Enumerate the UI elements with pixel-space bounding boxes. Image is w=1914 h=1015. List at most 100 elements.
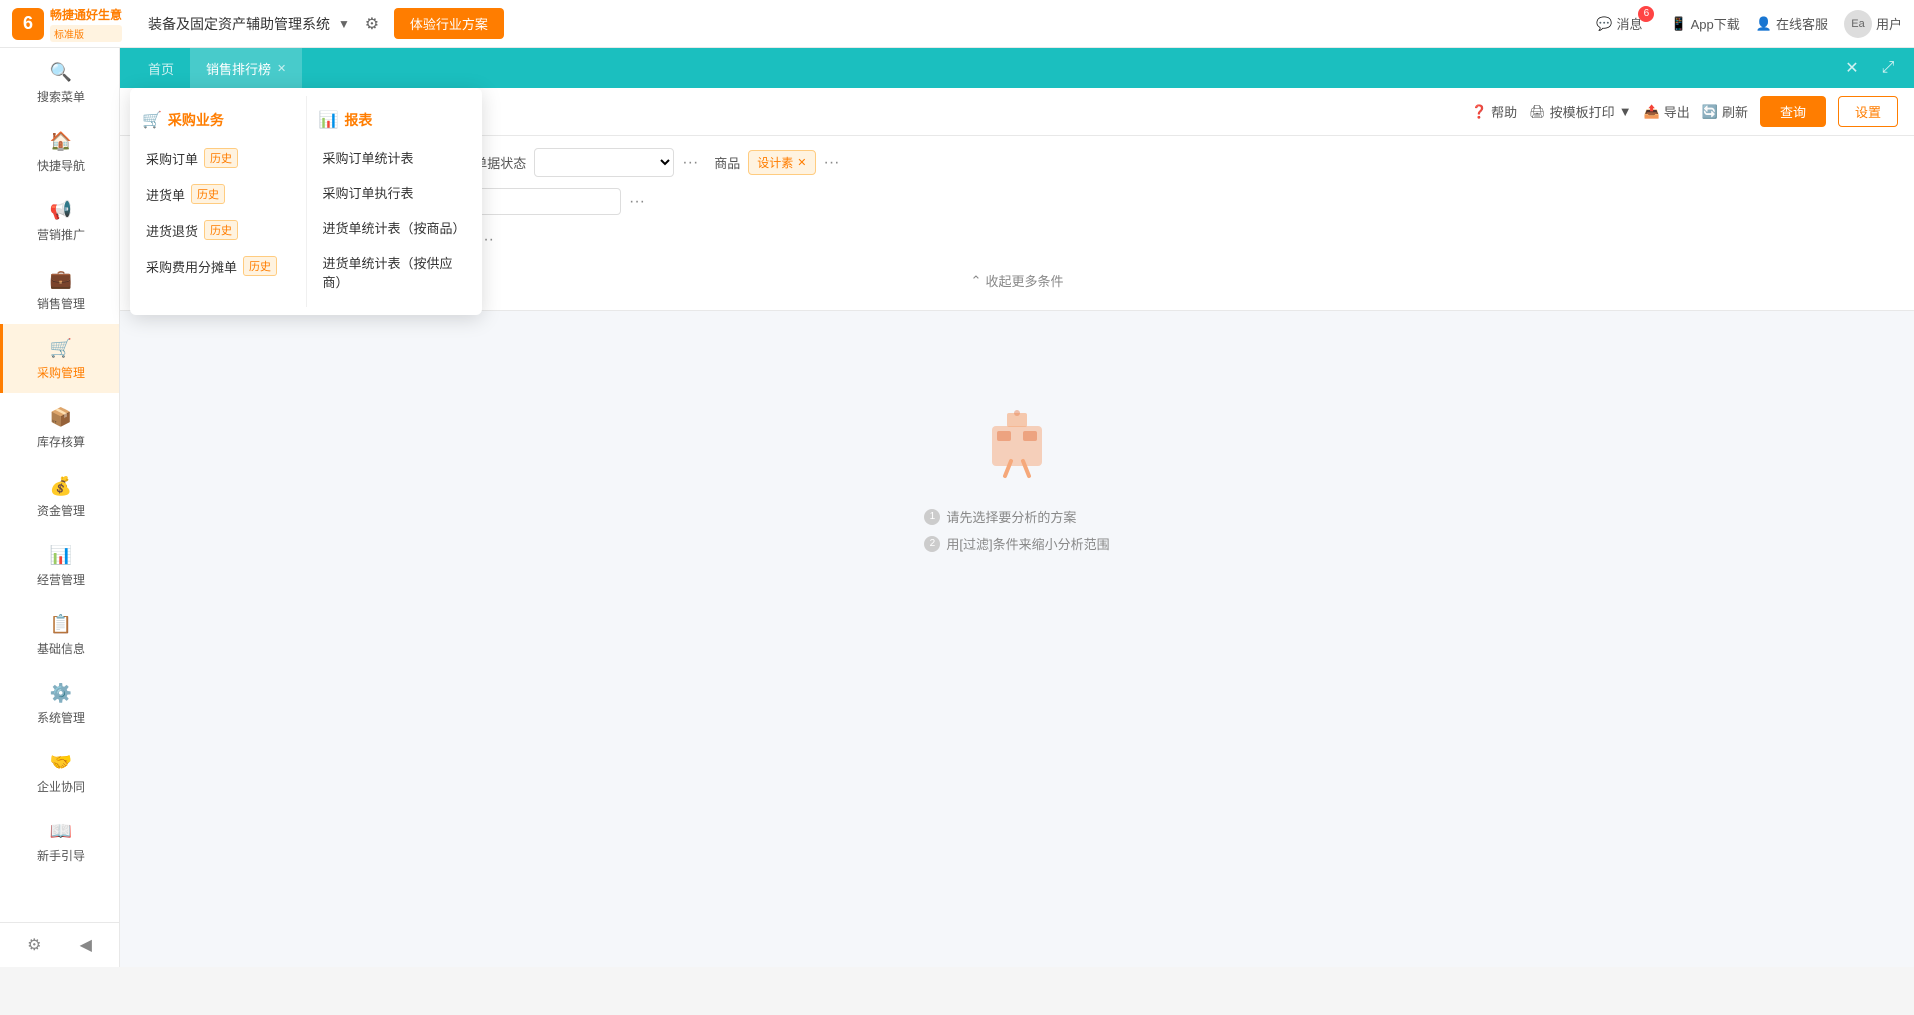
print-btn[interactable]: 🖨 按模板打印 ▼ (1529, 102, 1631, 121)
dropdown-item-report-order-stat[interactable]: 采购订单统计表 (319, 140, 471, 175)
sidebar-item-newbie[interactable]: 📖 新手引导 (0, 807, 119, 876)
header-settings-btn[interactable]: ⚙ (358, 10, 386, 38)
sidebar-item-enterprise[interactable]: 🤝 企业协同 (0, 738, 119, 807)
sidebar-item-operations[interactable]: 📊 经营管理 (0, 531, 119, 600)
dropdown-label-report-in-product: 进货单统计表（按商品） (323, 218, 466, 237)
sidebar-item-marketing[interactable]: 📢 营销推广 (0, 186, 119, 255)
dropdown-inner: 🛒 采购业务 采购订单 历史 进货单 历史 进货退货 历史 采购费用分摊单 历史 (130, 96, 482, 307)
logo-text-block: 畅捷通好生意 标准版 (50, 6, 122, 42)
doc-status-select[interactable] (534, 148, 674, 177)
salesperson-dots[interactable]: ··· (629, 193, 645, 211)
dropdown-label-purchase-expense: 采购费用分摊单 (146, 257, 237, 276)
empty-tip-row-1: 1 请先选择要分析的方案 (924, 507, 1109, 526)
dropdown-item-purchase-return[interactable]: 进货退货 历史 (142, 212, 294, 248)
tab-close-window-btn[interactable]: ✕ (1838, 54, 1866, 82)
dropdown-label-purchase-order: 采购订单 (146, 149, 198, 168)
marketing-icon: 📢 (49, 198, 73, 222)
system-icon: ⚙️ (49, 681, 73, 705)
dropdown-item-purchase-expense[interactable]: 采购费用分摊单 历史 (142, 248, 294, 284)
top-header: 6 畅捷通好生意 标准版 装备及固定资产辅助管理系统 ▼ ⚙ 体验行业方案 💬 … (0, 0, 1914, 48)
sidebar-item-quicknav[interactable]: 🏠 快捷导航 (0, 117, 119, 186)
empty-state: 1 请先选择要分析的方案 2 用[过滤]条件来缩小分析范围 (120, 311, 1914, 633)
print-dropdown-icon: ▼ (1619, 104, 1632, 119)
sys-dropdown-btn[interactable]: ▼ (338, 17, 350, 31)
reports-col-header: 📊 报表 (319, 104, 471, 140)
export-btn[interactable]: 📤 导出 (1644, 102, 1690, 121)
sidebar-item-inventory[interactable]: 📦 库存核算 (0, 393, 119, 462)
tab-maximize-btn[interactable]: ⤢ (1874, 54, 1902, 82)
dropdown-item-purchase-in[interactable]: 进货单 历史 (142, 176, 294, 212)
basicinfo-icon: 📋 (49, 612, 73, 636)
tab-close-icon[interactable]: ✕ (277, 62, 286, 75)
header-right: 💬 消息 6 📱 App下载 👤 在线客服 Ea 用户 (1596, 10, 1902, 38)
settings-btn[interactable]: 设置 (1838, 96, 1898, 127)
sidebar-label-basicinfo: 基础信息 (37, 640, 85, 657)
phone-icon: 📱 (1670, 16, 1686, 32)
sidebar-label-inventory: 库存核算 (37, 433, 85, 450)
purchase-dropdown-menu: 🛒 采购业务 采购订单 历史 进货单 历史 进货退货 历史 采购费用分摊单 历史 (130, 88, 482, 315)
app-download-btn[interactable]: 📱 App下载 (1670, 14, 1739, 33)
tab-home-label: 首页 (148, 59, 174, 78)
product-tag-value: 设计素 (757, 154, 793, 171)
product-label: 商品 (714, 153, 740, 172)
sidebar-item-system[interactable]: ⚙️ 系统管理 (0, 669, 119, 738)
finance-icon: 💰 (49, 474, 73, 498)
header-nav: 装备及固定资产辅助管理系统 ▼ ⚙ 体验行业方案 (132, 8, 1596, 39)
sidebar-item-finance[interactable]: 💰 资金管理 (0, 462, 119, 531)
user-initial: Ea (1851, 18, 1864, 30)
sidebar-label-enterprise: 企业协同 (37, 778, 85, 795)
sidebar-label-operations: 经营管理 (37, 571, 85, 588)
collapse-label: 收起更多条件 (985, 271, 1063, 290)
user-label: 用户 (1876, 14, 1902, 33)
dropdown-item-report-in-supplier[interactable]: 进货单统计表（按供应商） (319, 245, 471, 299)
dropdown-item-report-order-exec[interactable]: 采购订单执行表 (319, 175, 471, 210)
user-avatar: Ea (1844, 10, 1872, 38)
product-dots[interactable]: ··· (824, 154, 840, 172)
sidebar-label-purchase: 采购管理 (37, 364, 85, 381)
tab-home[interactable]: 首页 (132, 48, 190, 88)
sidebar-item-purchase[interactable]: 🛒 采购管理 (0, 324, 119, 393)
purchase-business-col: 🛒 采购业务 采购订单 历史 进货单 历史 进货退货 历史 采购费用分摊单 历史 (130, 96, 307, 307)
sidebar-item-search[interactable]: 🔍 搜索菜单 (0, 48, 119, 117)
message-btn[interactable]: 💬 消息 6 (1596, 14, 1654, 33)
dropdown-item-report-in-product[interactable]: 进货单统计表（按商品） (319, 210, 471, 245)
refresh-btn[interactable]: 🔄 刷新 (1702, 102, 1748, 121)
tab-sales-rank[interactable]: 销售排行榜 ✕ (190, 48, 302, 88)
sidebar-settings-btn[interactable]: ⚙ (27, 935, 41, 955)
empty-tips: 1 请先选择要分析的方案 2 用[过滤]条件来缩小分析范围 (924, 507, 1109, 553)
sys-name: 装备及固定资产辅助管理系统 (148, 14, 330, 34)
purchase-col-icon: 🛒 (142, 110, 162, 130)
help-btn[interactable]: ❓ 帮助 (1471, 102, 1517, 121)
sidebar-label-sales: 销售管理 (37, 295, 85, 312)
online-service-btn[interactable]: 👤 在线客服 (1756, 14, 1828, 33)
newbie-icon: 📖 (49, 819, 73, 843)
logo-badge: 标准版 (50, 25, 122, 42)
tip-num-1: 1 (924, 509, 940, 525)
reports-col-title: 报表 (344, 110, 372, 130)
product-tag[interactable]: 设计素 ✕ (748, 150, 815, 175)
tip-text-2: 用[过滤]条件来缩小分析范围 (946, 534, 1109, 553)
tip-text-1: 请先选择要分析的方案 (946, 507, 1076, 526)
user-area[interactable]: Ea 用户 (1844, 10, 1902, 38)
tip-num-2: 2 (924, 536, 940, 552)
purchase-icon: 🛒 (49, 336, 73, 360)
query-btn[interactable]: 查询 (1760, 96, 1826, 127)
history-badge-3: 历史 (204, 220, 238, 240)
product-tag-close-icon[interactable]: ✕ (797, 156, 806, 169)
service-icon: 👤 (1756, 16, 1772, 32)
tab-actions: ✕ ⤢ (1838, 54, 1902, 82)
reports-col: 📊 报表 采购订单统计表 采购订单执行表 进货单统计表（按商品） 进货单统计表（… (307, 96, 483, 307)
empty-illustration (967, 391, 1067, 491)
sidebar-collapse-btn[interactable]: ◀ (80, 935, 92, 955)
message-icon: 💬 (1596, 16, 1612, 32)
home-icon: 🏠 (49, 129, 73, 153)
logo-area: 6 畅捷通好生意 标准版 (12, 6, 132, 42)
dropdown-item-purchase-order[interactable]: 采购订单 历史 (142, 140, 294, 176)
sidebar-item-basicinfo[interactable]: 📋 基础信息 (0, 600, 119, 669)
sidebar-item-sales[interactable]: 💼 销售管理 (0, 255, 119, 324)
app-download-label: App下载 (1691, 14, 1740, 33)
sidebar-bottom: ⚙ ◀ (0, 922, 119, 967)
print-icon: 🖨 (1529, 104, 1546, 120)
doc-status-dots[interactable]: ··· (682, 154, 698, 172)
industry-btn[interactable]: 体验行业方案 (394, 8, 504, 39)
